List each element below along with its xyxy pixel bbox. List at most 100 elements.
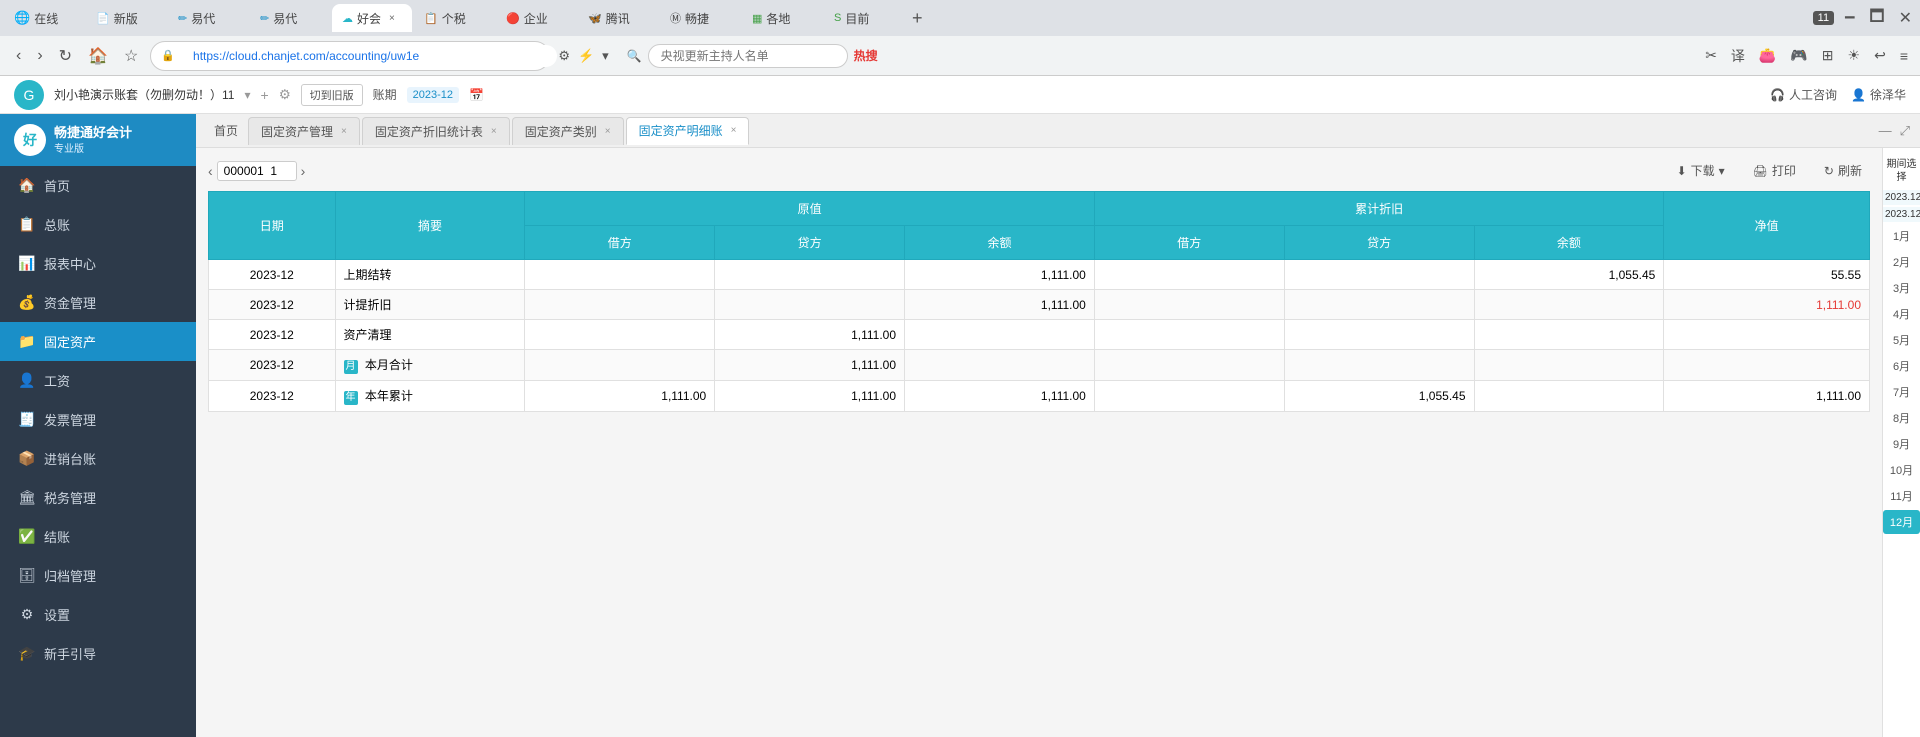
extension-icon[interactable]: ⚙	[558, 48, 570, 64]
reload-button[interactable]: ↻	[55, 42, 76, 70]
month-11[interactable]: 11月	[1883, 484, 1920, 508]
close-tab-depreciation-stats[interactable]: ×	[491, 126, 497, 137]
calendar-icon[interactable]: 📅	[469, 88, 484, 102]
invoice-icon: 🧾	[18, 411, 36, 428]
app-logo[interactable]: G	[14, 80, 44, 110]
sidebar-item-purchase-sales[interactable]: 📦 进销台账	[0, 439, 196, 478]
table-row-yearly-total: 2023-12 年 本年累计 1,111.00 1,111.00 1,111.0…	[209, 381, 1870, 412]
month-2[interactable]: 2月	[1883, 250, 1920, 274]
wallet-icon[interactable]: 👛	[1759, 47, 1776, 64]
tab-home[interactable]: 首页	[206, 118, 246, 143]
browser-tab-haohui[interactable]: ☁ 好会 ×	[332, 4, 412, 32]
browser-tab-changjie[interactable]: Ⓜ 畅捷	[660, 4, 740, 32]
undo-icon[interactable]: ↩	[1874, 47, 1886, 64]
sidebar-item-settings[interactable]: ⚙ 设置	[0, 595, 196, 634]
browser-tab-qiye[interactable]: 🔴 企业	[496, 4, 576, 32]
close-tab-asset-category[interactable]: ×	[605, 126, 611, 137]
dropdown-icon[interactable]: ▾	[602, 48, 609, 64]
switch-version-button[interactable]: 切到旧版	[301, 84, 363, 106]
browser-tab-geshui[interactable]: 📋 个税	[414, 4, 494, 32]
sidebar-item-invoice[interactable]: 🧾 发票管理	[0, 400, 196, 439]
home-button[interactable]: 🏠	[84, 42, 112, 70]
page-id-input[interactable]	[217, 161, 297, 181]
game-icon[interactable]: 🎮	[1790, 47, 1807, 64]
row3-orig-credit: 1,111.00	[715, 320, 905, 350]
lightning-icon[interactable]: ⚡	[578, 48, 594, 64]
row1-orig-credit	[715, 260, 905, 290]
reports-icon: 📊	[18, 255, 36, 272]
next-page-button[interactable]: ›	[301, 163, 306, 179]
tab-asset-category[interactable]: 固定资产类别 ×	[512, 117, 624, 145]
maximize-pane-button[interactable]: ⤢	[1900, 123, 1910, 139]
grid-icon[interactable]: ⊞	[1822, 47, 1834, 64]
row2-date: 2023-12	[209, 290, 336, 320]
month-5[interactable]: 5月	[1883, 328, 1920, 352]
sidebar-item-closing[interactable]: ✅ 结账	[0, 517, 196, 556]
forward-button[interactable]: ›	[33, 43, 46, 69]
sidebar-item-general-ledger[interactable]: 📋 总账	[0, 205, 196, 244]
user-profile[interactable]: 👤 徐泽华	[1851, 86, 1906, 103]
scissors-icon[interactable]: ✂	[1705, 47, 1717, 64]
menu-icon[interactable]: ≡	[1900, 48, 1908, 64]
month-4[interactable]: 4月	[1883, 302, 1920, 326]
month-1[interactable]: 1月	[1883, 224, 1920, 248]
browser-tab-online[interactable]: 🌐 在线	[4, 4, 84, 32]
sidebar-item-funds[interactable]: 💰 资金管理	[0, 283, 196, 322]
browser-tab-yidai2[interactable]: ✏ 易代	[250, 4, 330, 32]
browser-tab-yidai1[interactable]: ✏ 易代	[168, 4, 248, 32]
row1-dep-balance: 1,055.45	[1474, 260, 1664, 290]
row5-net-value: 1,111.00	[1664, 381, 1870, 412]
refresh-button[interactable]: ↻ 刷新	[1816, 158, 1870, 183]
sidebar-item-guide[interactable]: 🎓 新手引导	[0, 634, 196, 673]
archive-icon: 🗄	[18, 567, 36, 584]
sidebar-item-tax[interactable]: 🏛 税务管理	[0, 478, 196, 517]
close-tab-asset-ledger[interactable]: ×	[731, 125, 737, 136]
browser-tab-muqian[interactable]: S 目前	[824, 4, 904, 32]
sidebar-item-payroll[interactable]: 👤 工资	[0, 361, 196, 400]
download-button[interactable]: ⬇ 下载 ▾	[1669, 158, 1733, 183]
close-tab-fixed-assets-mgmt[interactable]: ×	[341, 126, 347, 137]
month-12[interactable]: 12月	[1883, 510, 1920, 534]
browser-tab-gedi[interactable]: ▦ 各地	[742, 4, 822, 32]
settings-icon[interactable]: ⚙	[279, 87, 291, 103]
print-button[interactable]: 🖨 打印	[1745, 158, 1804, 183]
table-row: 2023-12 上期结转 1,111.00 1,055.45 55.55	[209, 260, 1870, 290]
minimize-pane-button[interactable]: —	[1879, 123, 1892, 139]
tab-fixed-assets-mgmt[interactable]: 固定资产管理 ×	[248, 117, 360, 145]
browser-tab-new[interactable]: 📄 新版	[86, 4, 166, 32]
month-3[interactable]: 3月	[1883, 276, 1920, 300]
minimize-button[interactable]: 🗕	[1840, 1, 1859, 36]
bookmark-button[interactable]: ☆	[120, 42, 142, 70]
row4-orig-credit: 1,111.00	[715, 350, 905, 381]
row4-summary: 月 本月合计	[335, 350, 525, 381]
month-6[interactable]: 6月	[1883, 354, 1920, 378]
translate-icon[interactable]: 译	[1731, 46, 1745, 66]
month-7[interactable]: 7月	[1883, 380, 1920, 404]
sidebar-item-fixed-assets[interactable]: 📁 固定资产	[0, 322, 196, 361]
tab-depreciation-stats[interactable]: 固定资产折旧统计表 ×	[362, 117, 510, 145]
user-icon: 👤	[1851, 88, 1866, 102]
browser-tab-tengxun[interactable]: 🦋 腾讯	[578, 4, 658, 32]
sidebar-item-reports[interactable]: 📊 报表中心	[0, 244, 196, 283]
restore-button[interactable]: 🗖	[1865, 1, 1888, 36]
sidebar-item-home[interactable]: 🏠 首页	[0, 166, 196, 205]
brightness-icon[interactable]: ☀	[1848, 47, 1861, 64]
new-tab-button[interactable]: +	[906, 8, 929, 29]
month-10[interactable]: 10月	[1883, 458, 1920, 482]
search-input[interactable]	[648, 44, 848, 68]
print-icon: 🖨	[1753, 164, 1768, 178]
close-window-button[interactable]: ✕	[1895, 4, 1916, 32]
prev-page-button[interactable]: ‹	[208, 163, 213, 179]
back-button[interactable]: ‹	[12, 43, 25, 69]
table-row: 2023-12 计提折旧 1,111.00 1,111.00	[209, 290, 1870, 320]
address-input[interactable]	[179, 45, 557, 67]
month-9[interactable]: 9月	[1883, 432, 1920, 456]
row5-dep-debit	[1094, 381, 1284, 412]
sidebar-item-archive[interactable]: 🗄 归档管理	[0, 556, 196, 595]
service-button[interactable]: 🎧 人工咨询	[1770, 86, 1837, 103]
company-dropdown-icon[interactable]: ▾	[244, 88, 250, 102]
add-company-button[interactable]: +	[261, 87, 269, 103]
month-8[interactable]: 8月	[1883, 406, 1920, 430]
download-icon: ⬇	[1677, 164, 1687, 178]
tab-asset-ledger[interactable]: 固定资产明细账 ×	[626, 117, 750, 145]
